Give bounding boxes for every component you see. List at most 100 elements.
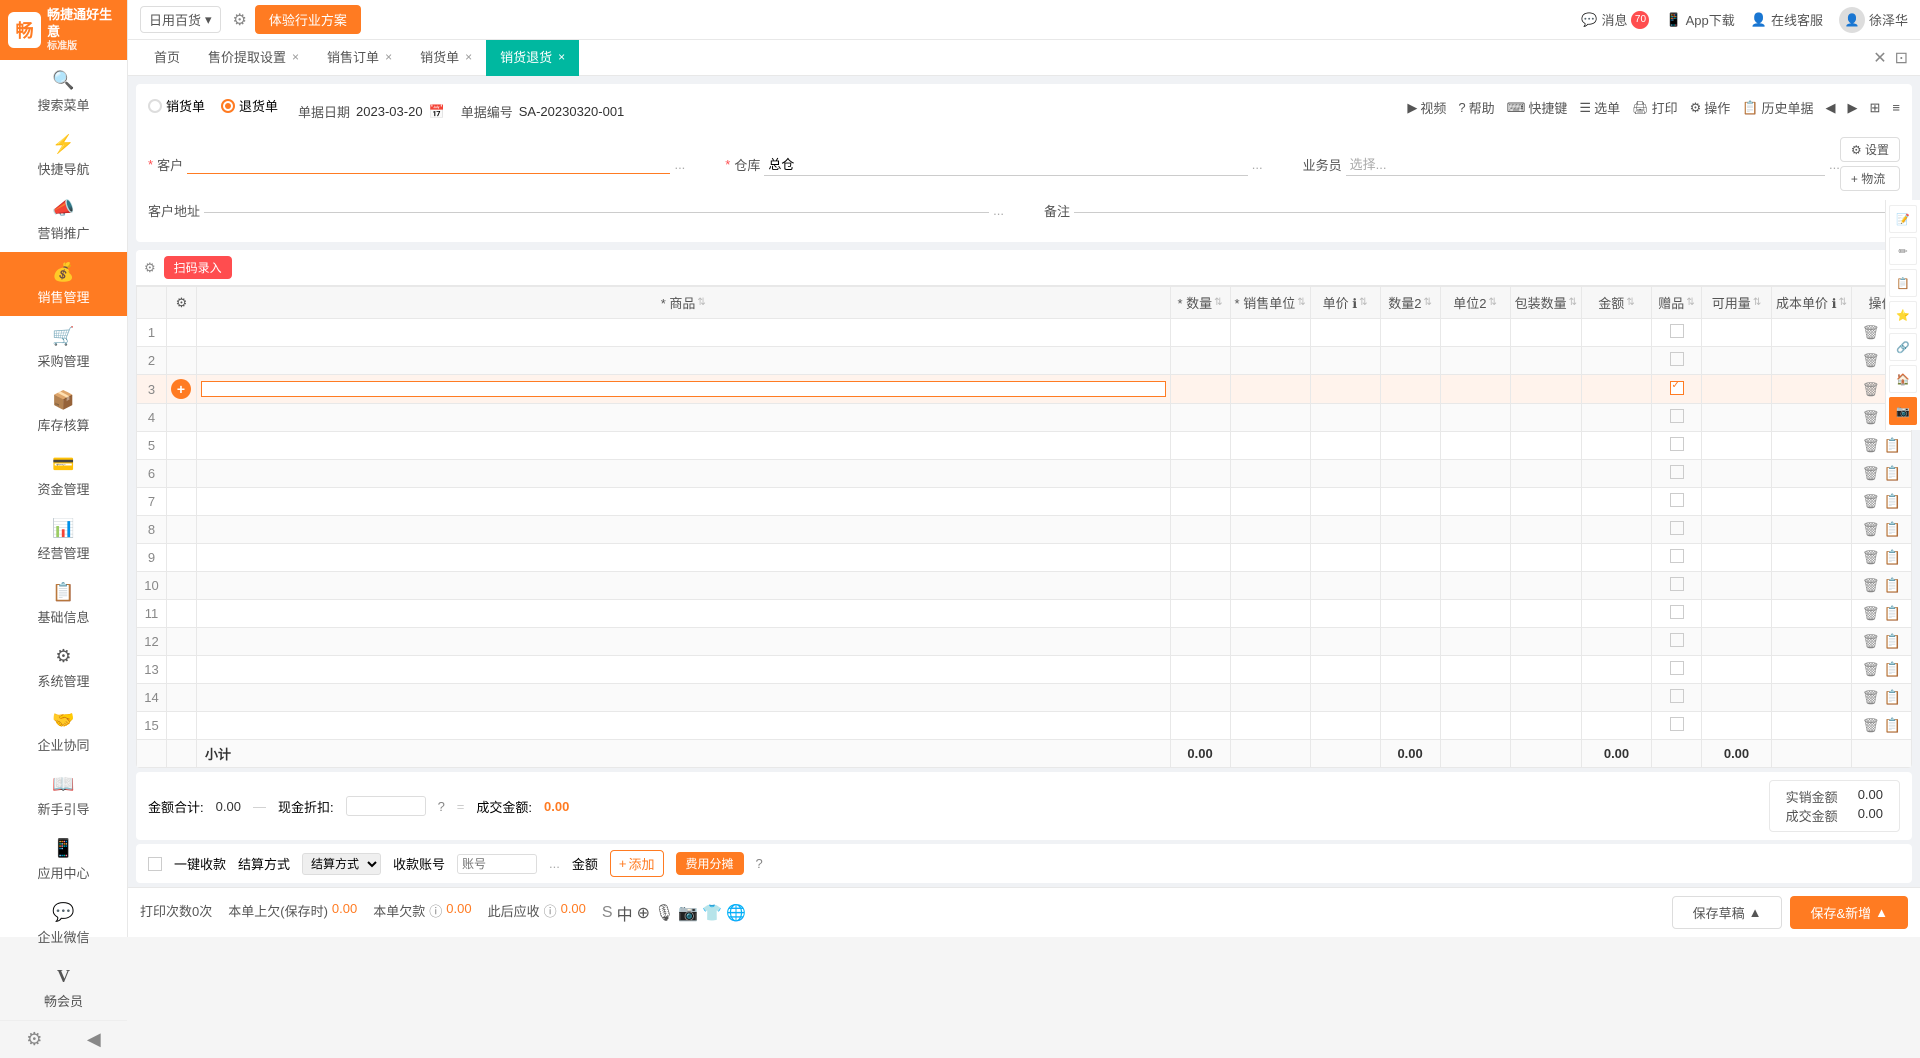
- unit2-cell-9[interactable]: [1440, 544, 1510, 572]
- pkg-cell-5[interactable]: [1510, 432, 1581, 460]
- sort-cost-icon[interactable]: ⇅: [1839, 297, 1847, 308]
- gift-checkbox-12[interactable]: [1670, 633, 1684, 647]
- available-cell-1[interactable]: [1702, 319, 1772, 347]
- delete-row-icon-13[interactable]: 🗑: [1862, 661, 1880, 678]
- price-cell-13[interactable]: [1310, 656, 1380, 684]
- sidebar-item-apps[interactable]: 📱 应用中心: [0, 828, 127, 892]
- pkg-cell-3[interactable]: [1510, 375, 1581, 404]
- tab-sales-order-close[interactable]: ×: [385, 50, 392, 64]
- delete-row-icon-2[interactable]: 🗑: [1862, 352, 1880, 369]
- th-gear[interactable]: ⚙: [167, 287, 197, 319]
- sidebar-settings-btn[interactable]: ⚙: [26, 1029, 42, 1050]
- amount-cell-3[interactable]: [1582, 375, 1652, 404]
- available-cell-11[interactable]: [1702, 600, 1772, 628]
- sort-gift-icon[interactable]: ⇅: [1686, 297, 1694, 308]
- unit-cell-12[interactable]: [1230, 628, 1310, 656]
- setting-button[interactable]: ⚙ 设置: [1840, 137, 1900, 162]
- sort-product-icon[interactable]: ⇅: [697, 297, 705, 308]
- cost-cell-6[interactable]: [1772, 460, 1852, 488]
- ops-cell-6[interactable]: 🗑 📋: [1852, 460, 1912, 488]
- price-cell-7[interactable]: [1310, 488, 1380, 516]
- cost-cell-12[interactable]: [1772, 628, 1852, 656]
- price-cell-8[interactable]: [1310, 516, 1380, 544]
- gift-cell-4[interactable]: [1652, 404, 1702, 432]
- unit2-cell-12[interactable]: [1440, 628, 1510, 656]
- unit2-cell-4[interactable]: [1440, 404, 1510, 432]
- delete-row-icon-3[interactable]: 🗑: [1862, 381, 1880, 398]
- copy-row-icon-15[interactable]: 📋: [1884, 717, 1901, 734]
- available-cell-3[interactable]: [1702, 375, 1772, 404]
- sort-price-icon[interactable]: ⇅: [1359, 297, 1367, 308]
- scan-btn[interactable]: 扫码录入: [164, 256, 232, 279]
- product-cell-14[interactable]: [197, 684, 1171, 712]
- right-btn-4[interactable]: ⭐: [1889, 301, 1917, 329]
- qty2-cell-10[interactable]: [1380, 572, 1440, 600]
- delete-row-icon-8[interactable]: 🗑: [1862, 521, 1880, 538]
- ops-cell-7[interactable]: 🗑 📋: [1852, 488, 1912, 516]
- sidebar-item-inventory[interactable]: 📦 库存核算: [0, 380, 127, 444]
- qty-cell-7[interactable]: [1170, 488, 1230, 516]
- qty-cell-14[interactable]: [1170, 684, 1230, 712]
- cost-cell-1[interactable]: [1772, 319, 1852, 347]
- copy-row-icon-14[interactable]: 📋: [1884, 689, 1901, 706]
- cost-cell-2[interactable]: [1772, 347, 1852, 375]
- pkg-cell-7[interactable]: [1510, 488, 1581, 516]
- delete-row-icon-5[interactable]: 🗑: [1862, 437, 1880, 454]
- delete-row-icon-1[interactable]: 🗑: [1862, 324, 1880, 341]
- warehouse-dots-btn[interactable]: ...: [1252, 157, 1263, 172]
- nav-next-icon[interactable]: ▶: [1848, 100, 1858, 116]
- available-cell-15[interactable]: [1702, 712, 1772, 740]
- sort-available-icon[interactable]: ⇅: [1753, 297, 1761, 308]
- price-cell-3[interactable]: [1310, 375, 1380, 404]
- qty-cell-1[interactable]: [1170, 319, 1230, 347]
- qty-cell-2[interactable]: [1170, 347, 1230, 375]
- ops-cell-11[interactable]: 🗑 📋: [1852, 600, 1912, 628]
- amount-cell-8[interactable]: [1582, 516, 1652, 544]
- delete-row-icon-12[interactable]: 🗑: [1862, 633, 1880, 650]
- pkg-cell-10[interactable]: [1510, 572, 1581, 600]
- help-action[interactable]: ? 帮助: [1458, 98, 1494, 117]
- gift-cell-14[interactable]: [1652, 684, 1702, 712]
- tab-sales-doc-close[interactable]: ×: [465, 50, 472, 64]
- tab-price-extract[interactable]: 售价提取设置 ×: [194, 40, 313, 76]
- price-cell-1[interactable]: [1310, 319, 1380, 347]
- product-cell-10[interactable]: [197, 572, 1171, 600]
- radio-sales-doc[interactable]: 销货单: [148, 96, 205, 115]
- pkg-cell-4[interactable]: [1510, 404, 1581, 432]
- unit2-cell-1[interactable]: [1440, 319, 1510, 347]
- expense-split-btn[interactable]: 费用分摊: [676, 852, 744, 875]
- unit-cell-2[interactable]: [1230, 347, 1310, 375]
- copy-row-icon-11[interactable]: 📋: [1884, 605, 1901, 622]
- user-profile[interactable]: 👤 徐泽华: [1839, 7, 1908, 33]
- sort-pkg-icon[interactable]: ⇅: [1569, 297, 1577, 308]
- gift-cell-9[interactable]: [1652, 544, 1702, 572]
- available-cell-9[interactable]: [1702, 544, 1772, 572]
- gift-cell-5[interactable]: [1652, 432, 1702, 460]
- unit-cell-9[interactable]: [1230, 544, 1310, 572]
- gift-checkbox-14[interactable]: [1670, 689, 1684, 703]
- product-cell-1[interactable]: [197, 319, 1171, 347]
- pkg-cell-11[interactable]: [1510, 600, 1581, 628]
- amount-cell-14[interactable]: [1582, 684, 1652, 712]
- calc-method-select[interactable]: 结算方式: [302, 853, 381, 875]
- cost-cell-4[interactable]: [1772, 404, 1852, 432]
- unit2-cell-5[interactable]: [1440, 432, 1510, 460]
- price-cell-6[interactable]: [1310, 460, 1380, 488]
- gift-checkbox-5[interactable]: [1670, 437, 1684, 451]
- amount-cell-6[interactable]: [1582, 460, 1652, 488]
- available-cell-2[interactable]: [1702, 347, 1772, 375]
- price-cell-2[interactable]: [1310, 347, 1380, 375]
- copy-row-icon-8[interactable]: 📋: [1884, 521, 1901, 538]
- sidebar-item-purchase[interactable]: 🛒 采购管理: [0, 316, 127, 380]
- tab-sales-order[interactable]: 销售订单 ×: [313, 40, 406, 76]
- history-action[interactable]: 📋 历史单据: [1742, 98, 1813, 117]
- tab-sales-return[interactable]: 销货退货 ×: [486, 40, 579, 76]
- amount-cell-9[interactable]: [1582, 544, 1652, 572]
- amount-cell-11[interactable]: [1582, 600, 1652, 628]
- sort-amount-icon[interactable]: ⇅: [1626, 297, 1634, 308]
- sidebar-item-business[interactable]: 📊 经营管理: [0, 508, 127, 572]
- copy-row-icon-10[interactable]: 📋: [1884, 577, 1901, 594]
- sidebar-item-guide[interactable]: 📖 新手引导: [0, 764, 127, 828]
- copy-row-icon-13[interactable]: 📋: [1884, 661, 1901, 678]
- sidebar-item-finance[interactable]: 💳 资金管理: [0, 444, 127, 508]
